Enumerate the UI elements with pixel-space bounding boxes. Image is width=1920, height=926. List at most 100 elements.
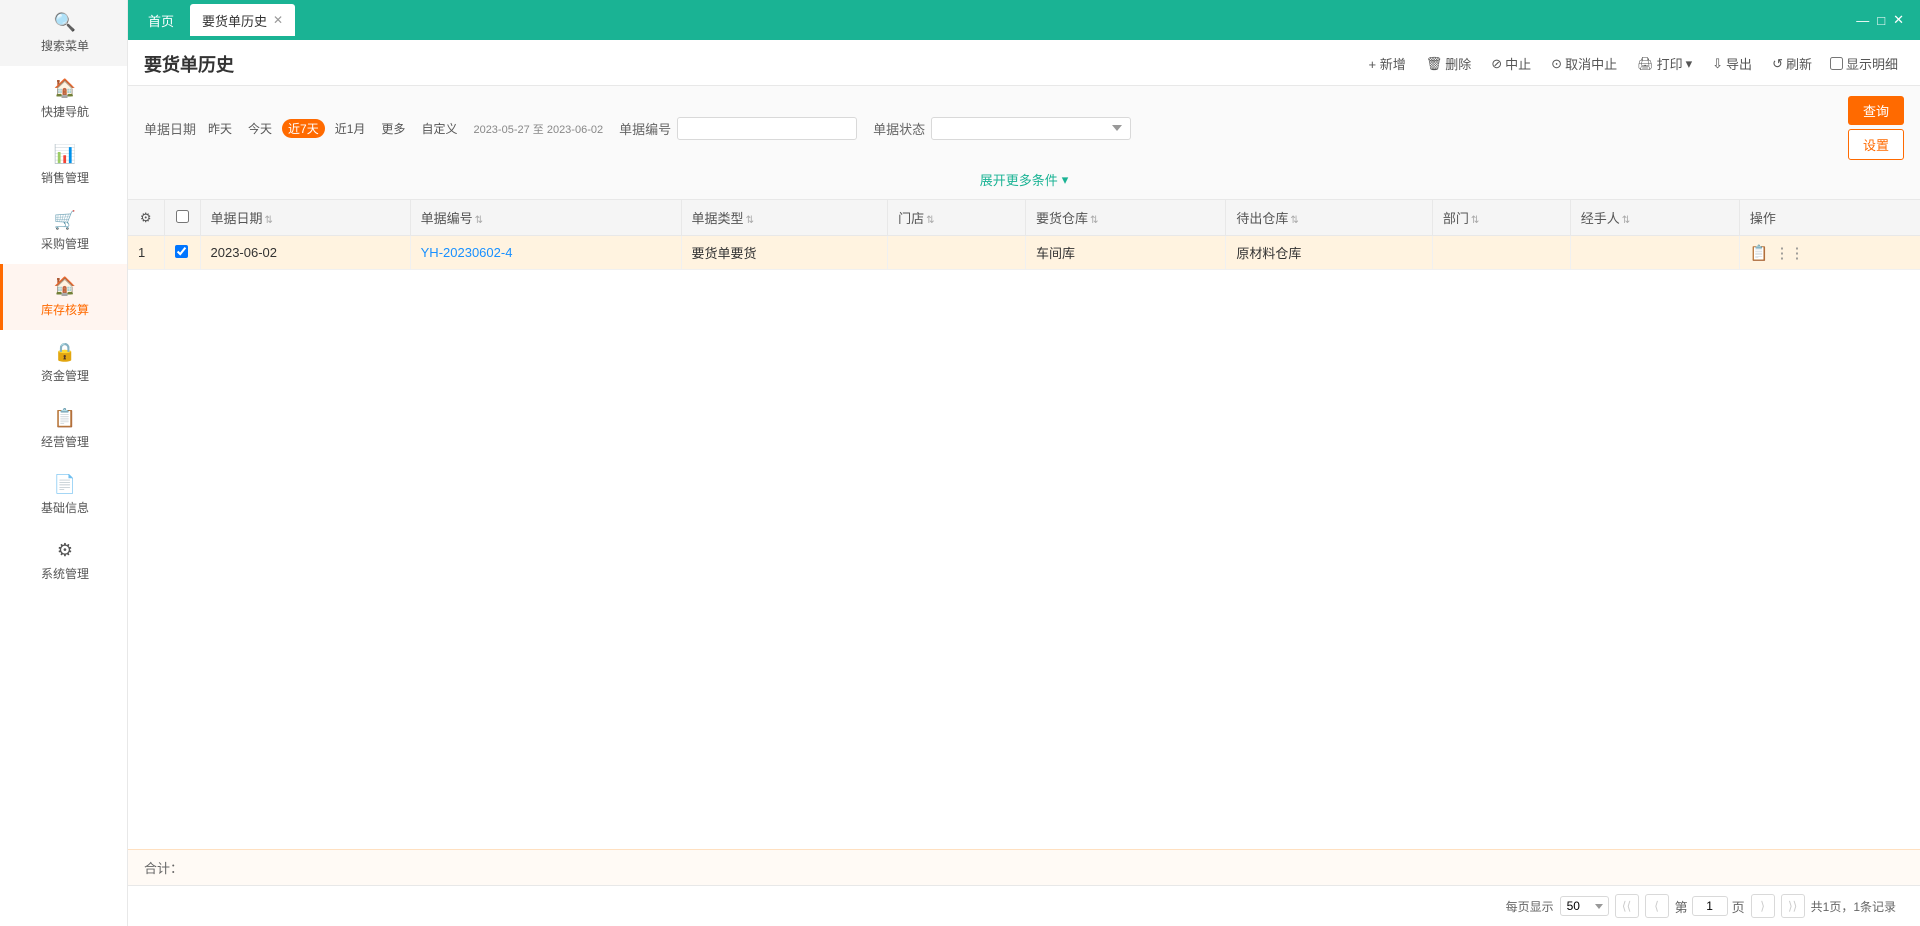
row-date-value: 2023-06-02 — [211, 245, 278, 260]
page-label: 第 — [1675, 897, 1688, 916]
col-label-req_warehouse: 要货仓库 — [1036, 211, 1088, 226]
sort-icon-doc_date: ⇅ — [265, 215, 273, 226]
page-container: 要货单历史 + 新增🗑删除⊘中止⊙取消中止🖨打印▾⇩导出↺刷新 显示明细 单据日… — [128, 40, 1920, 926]
date-shortcut-custom[interactable]: 自定义 — [415, 119, 463, 138]
sidebar-label-basic-info: 基础信息 — [41, 499, 89, 516]
date-shortcut-last7days[interactable]: 近7天 — [282, 119, 325, 138]
display-detail-btn[interactable]: 显示明细 — [1824, 50, 1904, 77]
sidebar-icon-basic-info: 📄 — [54, 474, 76, 495]
table-body: 12023-06-02YH-20230602-4要货单要货车间库原材料仓库 📋 … — [128, 236, 1920, 270]
row-num-value: 1 — [138, 245, 145, 260]
row-dept — [1432, 236, 1570, 270]
table-settings-icon[interactable]: ⚙ — [140, 210, 152, 225]
doc-number-input[interactable] — [677, 117, 857, 140]
table-head: ⚙单据日期⇅单据编号⇅单据类型⇅门店⇅要货仓库⇅待出仓库⇅部门⇅经手人⇅操作 — [128, 200, 1920, 236]
print-button[interactable]: 🖨打印▾ — [1629, 50, 1700, 77]
sidebar-item-search-menu[interactable]: 🔍搜索菜单 — [0, 0, 127, 66]
sidebar-item-quick-nav[interactable]: 🏠快捷导航 — [0, 66, 127, 132]
col-header-doc_type[interactable]: 单据类型⇅ — [681, 200, 888, 236]
close-icon[interactable]: ✕ — [1893, 12, 1904, 28]
display-detail-checkbox[interactable] — [1830, 57, 1843, 70]
sidebar-item-basic-info[interactable]: 📄 基础信息 — [0, 462, 127, 528]
query-button[interactable]: 查询 — [1848, 96, 1904, 125]
new-label: + 新增 — [1368, 54, 1405, 73]
cancel-suspend-button[interactable]: ⊙取消中止 — [1543, 50, 1625, 77]
col-header-req_warehouse[interactable]: 要货仓库⇅ — [1026, 200, 1226, 236]
col-label-pending_warehouse: 待出仓库 — [1236, 211, 1288, 226]
sidebar-label-inventory: 库存核算 — [41, 301, 89, 318]
new-button[interactable]: + 新增 — [1360, 50, 1413, 77]
date-range: 2023-05-27 至 2023-06-02 — [473, 121, 603, 137]
print-label: 打印 — [1657, 54, 1683, 73]
page-size-select[interactable]: 102050100 — [1560, 896, 1609, 916]
doc-number-link[interactable]: YH-20230602-4 — [421, 245, 513, 260]
doc-number-label: 单据编号 — [619, 119, 671, 138]
prev-page-btn[interactable]: ⟨ — [1645, 894, 1669, 918]
sidebar-label-quick-nav: 快捷导航 — [41, 103, 89, 120]
sidebar-item-inventory[interactable]: 🏠库存核算 — [0, 264, 127, 330]
sidebar-item-finance[interactable]: 🔒资金管理 — [0, 330, 127, 396]
row-more-icon[interactable]: ⋮⋮ — [1775, 244, 1805, 262]
sort-icon-store: ⇅ — [926, 215, 934, 226]
export-button[interactable]: ⇩导出 — [1704, 50, 1760, 77]
col-header-doc_date[interactable]: 单据日期⇅ — [200, 200, 410, 236]
expand-more-row: 展开更多条件 ▾ — [144, 166, 1904, 189]
row-action-btns: 📋 ⋮⋮ — [1750, 244, 1910, 262]
sidebar-label-search-menu: 搜索菜单 — [41, 37, 89, 54]
tab-requisition-history[interactable]: 要货单历史 ✕ — [190, 4, 295, 36]
sidebar-label-sales: 销售管理 — [41, 169, 89, 186]
sidebar-item-system[interactable]: ⚙系统管理 — [0, 528, 127, 594]
next-page-btn[interactable]: ⟩ — [1751, 894, 1775, 918]
row-checkbox[interactable] — [164, 236, 200, 270]
data-table: ⚙单据日期⇅单据编号⇅单据类型⇅门店⇅要货仓库⇅待出仓库⇅部门⇅经手人⇅操作 1… — [128, 200, 1920, 270]
refresh-button[interactable]: ↺刷新 — [1764, 50, 1820, 77]
table-header-row: ⚙单据日期⇅单据编号⇅单据类型⇅门店⇅要货仓库⇅待出仓库⇅部门⇅经手人⇅操作 — [128, 200, 1920, 236]
col-header-department[interactable]: 部门⇅ — [1432, 200, 1570, 236]
page-input-wrap: 第 页 — [1675, 896, 1745, 916]
date-shortcut-more[interactable]: 更多 — [375, 119, 411, 138]
col-header-doc_number[interactable]: 单据编号⇅ — [410, 200, 681, 236]
col-label-doc_number: 单据编号 — [421, 211, 473, 226]
col-header-handler[interactable]: 经手人⇅ — [1570, 200, 1739, 236]
sidebar-item-operations[interactable]: 📋经营管理 — [0, 396, 127, 462]
sidebar-item-purchase[interactable]: 🛒采购管理 — [0, 198, 127, 264]
delete-button[interactable]: 🗑删除 — [1418, 50, 1480, 77]
tab-label-requisition-history: 要货单历史 — [202, 11, 267, 30]
last-page-btn[interactable]: ⟩⟩ — [1781, 894, 1805, 918]
expand-more-btn[interactable]: 展开更多条件 ▾ — [980, 170, 1069, 189]
first-page-btn[interactable]: ⟨⟨ — [1615, 894, 1639, 918]
maximize-icon[interactable]: □ — [1877, 13, 1885, 28]
date-shortcut-today[interactable]: 今天 — [242, 119, 278, 138]
sort-icon-department: ⇅ — [1471, 215, 1479, 226]
select-all-checkbox[interactable] — [176, 210, 189, 223]
table-row[interactable]: 12023-06-02YH-20230602-4要货单要货车间库原材料仓库 📋 … — [128, 236, 1920, 270]
tab-close-requisition-history[interactable]: ✕ — [273, 13, 283, 27]
tab-home[interactable]: 首页 — [136, 4, 186, 36]
sidebar: 🔍搜索菜单🏠快捷导航 📊 销售管理 🛒采购管理🏠库存核算🔒资金管理📋经营管理 📄 基础信息… — [0, 0, 128, 926]
sidebar-label-operations: 经营管理 — [41, 433, 89, 450]
row-select-checkbox[interactable] — [175, 245, 188, 258]
sidebar-item-sales[interactable]: 📊 销售管理 — [0, 132, 127, 198]
sidebar-label-finance: 资金管理 — [41, 367, 89, 384]
minimize-icon[interactable]: — — [1856, 13, 1869, 28]
suspend-button[interactable]: ⊘中止 — [1483, 50, 1539, 77]
row-req-warehouse-value: 车间库 — [1036, 246, 1075, 261]
tab-label-home: 首页 — [148, 11, 174, 30]
row-date: 2023-06-02 — [200, 236, 410, 270]
row-edit-icon[interactable]: 📋 — [1750, 244, 1769, 262]
col-header-store[interactable]: 门店⇅ — [888, 200, 1026, 236]
export-label: 导出 — [1726, 54, 1752, 73]
date-shortcut-last1month[interactable]: 近1月 — [329, 119, 372, 138]
sort-icon-req_warehouse: ⇅ — [1090, 215, 1098, 226]
sidebar-icon-sales: 📊 — [54, 144, 76, 165]
page-input[interactable] — [1692, 896, 1728, 916]
col-header-pending_warehouse[interactable]: 待出仓库⇅ — [1226, 200, 1433, 236]
row-docnum[interactable]: YH-20230602-4 — [410, 236, 681, 270]
row-pending-warehouse-value: 原材料仓库 — [1236, 246, 1301, 261]
export-icon: ⇩ — [1712, 56, 1723, 72]
settings-button[interactable]: 设置 — [1848, 129, 1904, 160]
date-shortcut-yesterday[interactable]: 昨天 — [202, 119, 238, 138]
doc-status-select[interactable] — [931, 117, 1131, 140]
sidebar-label-purchase: 采购管理 — [41, 235, 89, 252]
doc-number-filter-group: 单据编号 — [619, 117, 857, 140]
